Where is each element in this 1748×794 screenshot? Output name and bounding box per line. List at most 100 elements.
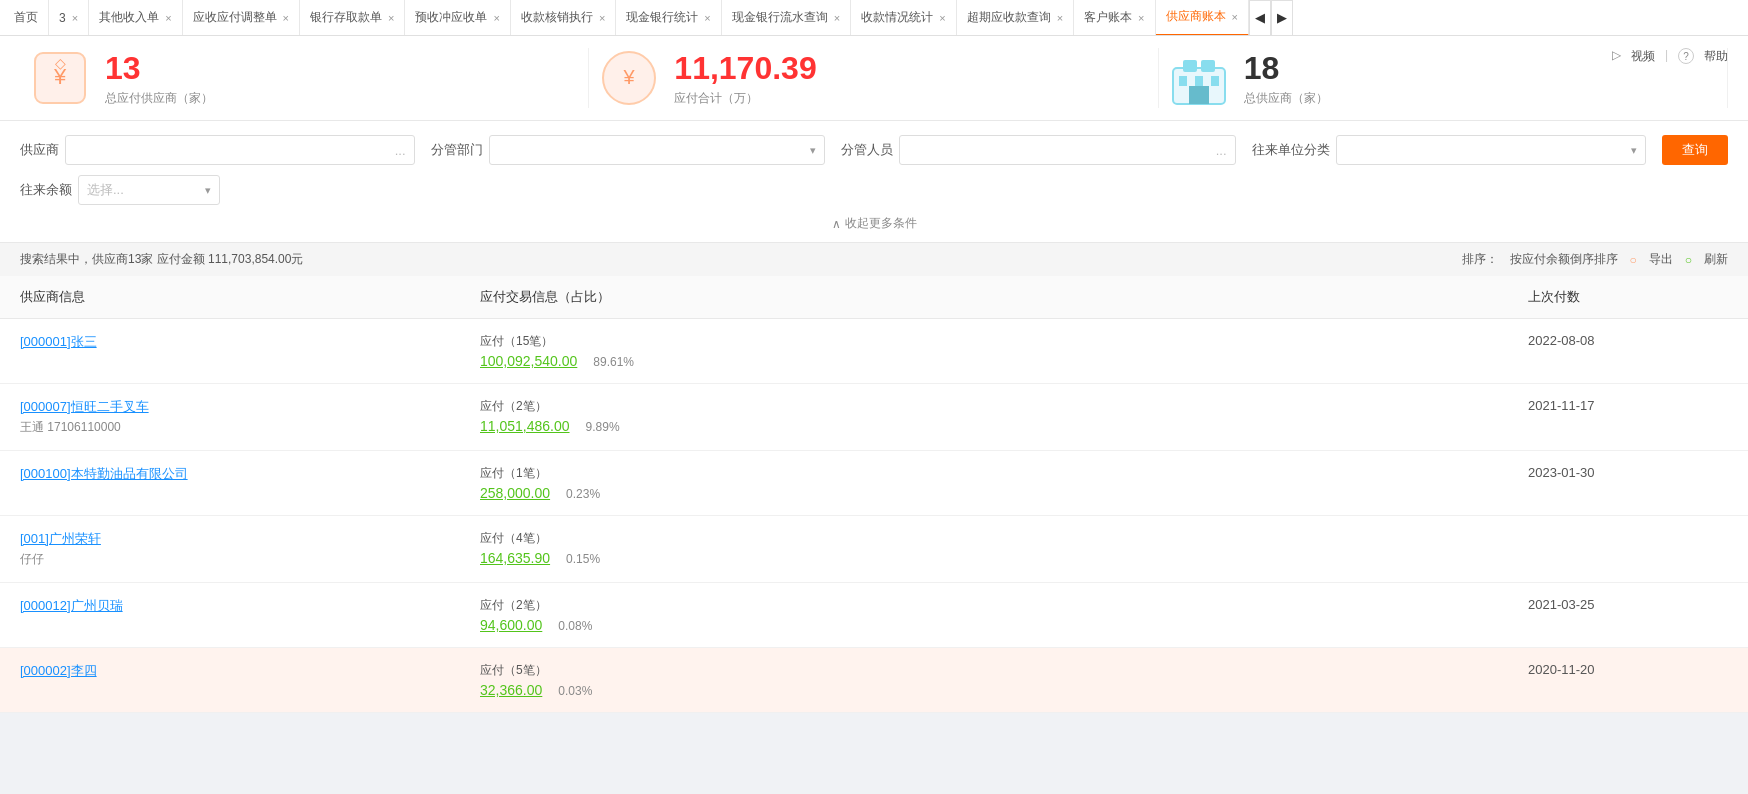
close-icon[interactable]: × [939,12,945,24]
video-link[interactable]: 视频 [1631,48,1655,65]
trans-amount[interactable]: 94,600.00 [480,617,542,633]
trans-percent: 89.61% [593,355,634,369]
person-field: 分管人员 ... [841,135,1236,165]
result-summary: 搜索结果中，供应商13家 应付金额 111,703,854.00元 [20,251,303,268]
supplier-field: 供应商 ... [20,135,415,165]
chevron-down-icon: ▾ [205,184,211,197]
close-icon[interactable]: × [72,12,78,24]
table-row[interactable]: [000002]李四 应付（5笔） 32,366.00 0.03% 2020-1… [0,648,1748,713]
lastpay-date: 2022-08-08 [1528,333,1595,348]
supplier-info-col: [000012]广州贝瑞 [20,597,480,615]
lastpay-col: 2021-03-25 [1528,597,1728,612]
total-suppliers-num: 18 [1244,50,1328,87]
refresh-icon: ○ [1685,253,1692,267]
close-icon[interactable]: × [704,12,710,24]
nav-tab-collection-verify[interactable]: 收款核销执行 × [511,0,616,36]
close-icon[interactable]: × [599,12,605,24]
summary-top-right-links: ▷ 视频 | ? 帮助 [1612,48,1728,65]
svg-rect-7 [1201,60,1215,72]
trans-label: 应付（5笔） [480,662,1528,679]
nav-tab-other-income[interactable]: 其他收入单 × [89,0,182,36]
dept-field: 分管部门 ▾ [431,135,826,165]
svg-rect-9 [1195,76,1203,86]
dept-select[interactable]: ▾ [489,135,826,165]
payable-suppliers-num: 13 [105,50,213,87]
trans-amount[interactable]: 258,000.00 [480,485,550,501]
summary-card-payable-suppliers: ¥ ◇ 13 总应付供应商（家） [20,48,589,108]
close-icon[interactable]: × [1232,11,1238,23]
nav-tab-cash-bank-flow[interactable]: 现金银行流水查询 × [722,0,851,36]
supplier-name-link[interactable]: [000007]恒旺二手叉车 [20,398,480,416]
close-icon[interactable]: × [1138,12,1144,24]
lastpay-col: 2023-01-30 [1528,465,1728,480]
trans-label: 应付（4笔） [480,530,1528,547]
trans-percent: 9.89% [586,420,620,434]
chevron-down-icon: ▾ [1631,144,1637,157]
supplier-name-link[interactable]: [000100]本特勤油品有限公司 [20,465,480,483]
nav-tab-home[interactable]: 首页 [4,0,49,36]
category-field: 往来单位分类 ▾ [1252,135,1647,165]
result-bar: 搜索结果中，供应商13家 应付金额 111,703,854.00元 排序： 按应… [0,243,1748,276]
nav-tab-3[interactable]: 3 × [49,0,89,36]
person-label: 分管人员 [841,141,893,159]
supplier-info-col: [000001]张三 [20,333,480,351]
search-row-2: 往来余额 选择... ▾ [20,175,1728,205]
trans-amount[interactable]: 32,366.00 [480,682,542,698]
close-icon[interactable]: × [165,12,171,24]
nav-arrow-right[interactable]: ▶ [1271,0,1293,36]
table-row[interactable]: [000100]本特勤油品有限公司 应付（1笔） 258,000.00 0.23… [0,451,1748,516]
trans-amount[interactable]: 11,051,486.00 [480,418,570,434]
nav-tab-prepay-ar[interactable]: 预收冲应收单 × [405,0,510,36]
trans-label: 应付（1笔） [480,465,1528,482]
close-icon[interactable]: × [493,12,499,24]
help-link[interactable]: 帮助 [1704,48,1728,65]
close-icon[interactable]: × [1057,12,1063,24]
trans-amount[interactable]: 100,092,540.00 [480,353,577,369]
transaction-col: 应付（1笔） 258,000.00 0.23% [480,465,1528,501]
table-row[interactable]: [001]广州荣轩 仔仔 应付（4笔） 164,635.90 0.15% [0,516,1748,583]
refresh-button[interactable]: 刷新 [1704,251,1728,268]
collapse-button[interactable]: ∧ 收起更多条件 [20,215,1728,232]
person-input[interactable]: ... [899,135,1236,165]
collapse-up-icon: ∧ [832,217,841,231]
lastpay-date: 2021-03-25 [1528,597,1595,612]
svg-rect-6 [1183,60,1197,72]
nav-tab-ar-ap-adjust[interactable]: 应收应付调整单 × [183,0,300,36]
supplier-name-link[interactable]: [000002]李四 [20,662,480,680]
close-icon[interactable]: × [388,12,394,24]
table-row[interactable]: [000007]恒旺二手叉车 王通 17106110000 应付（2笔） 11,… [0,384,1748,451]
nav-tab-bank-deposit[interactable]: 银行存取款单 × [300,0,405,36]
payable-total-num: 11,170.39 [674,50,816,87]
supplier-info-col: [001]广州荣轩 仔仔 [20,530,480,568]
query-button[interactable]: 查询 [1662,135,1728,165]
nav-tab-cash-bank-stat[interactable]: 现金银行统计 × [616,0,721,36]
sort-label: 排序： [1462,251,1498,268]
supplier-name-link[interactable]: [000001]张三 [20,333,480,351]
export-button[interactable]: 导出 [1649,251,1673,268]
trans-label: 应付（2笔） [480,597,1528,614]
close-icon[interactable]: × [834,12,840,24]
transaction-col: 应付（2笔） 94,600.00 0.08% [480,597,1528,633]
balance-select[interactable]: 选择... ▾ [78,175,220,205]
nav-tab-overdue-ar[interactable]: 超期应收款查询 × [957,0,1074,36]
supplier-label: 供应商 [20,141,59,159]
nav-tab-collection-stat[interactable]: 收款情况统计 × [851,0,956,36]
category-select[interactable]: ▾ [1336,135,1647,165]
table-row[interactable]: [000001]张三 应付（15笔） 100,092,540.00 89.61%… [0,319,1748,384]
lastpay-date: 2023-01-30 [1528,465,1595,480]
search-area: 供应商 ... 分管部门 ▾ 分管人员 ... 往来单位分类 ▾ [0,121,1748,243]
table-row[interactable]: [000012]广州贝瑞 应付（2笔） 94,600.00 0.08% 2021… [0,583,1748,648]
lastpay-col: 2022-08-08 [1528,333,1728,348]
nav-tab-customer-book[interactable]: 客户账本 × [1074,0,1155,36]
supplier-name-link[interactable]: [000012]广州贝瑞 [20,597,480,615]
summary-bar: ¥ ◇ 13 总应付供应商（家） ¥ 11,170.39 应付合计（万） [0,36,1748,121]
payable-suppliers-icon: ¥ ◇ [30,48,90,108]
trans-amount[interactable]: 164,635.90 [480,550,550,566]
supplier-input[interactable]: ... [65,135,415,165]
sort-value[interactable]: 按应付余额倒序排序 [1510,251,1618,268]
nav-tab-supplier-book[interactable]: 供应商账本 × [1156,0,1249,36]
nav-arrow-left[interactable]: ◀ [1249,0,1271,36]
close-icon[interactable]: × [283,12,289,24]
supplier-name-link[interactable]: [001]广州荣轩 [20,530,480,548]
chevron-down-icon: ▾ [810,144,816,157]
